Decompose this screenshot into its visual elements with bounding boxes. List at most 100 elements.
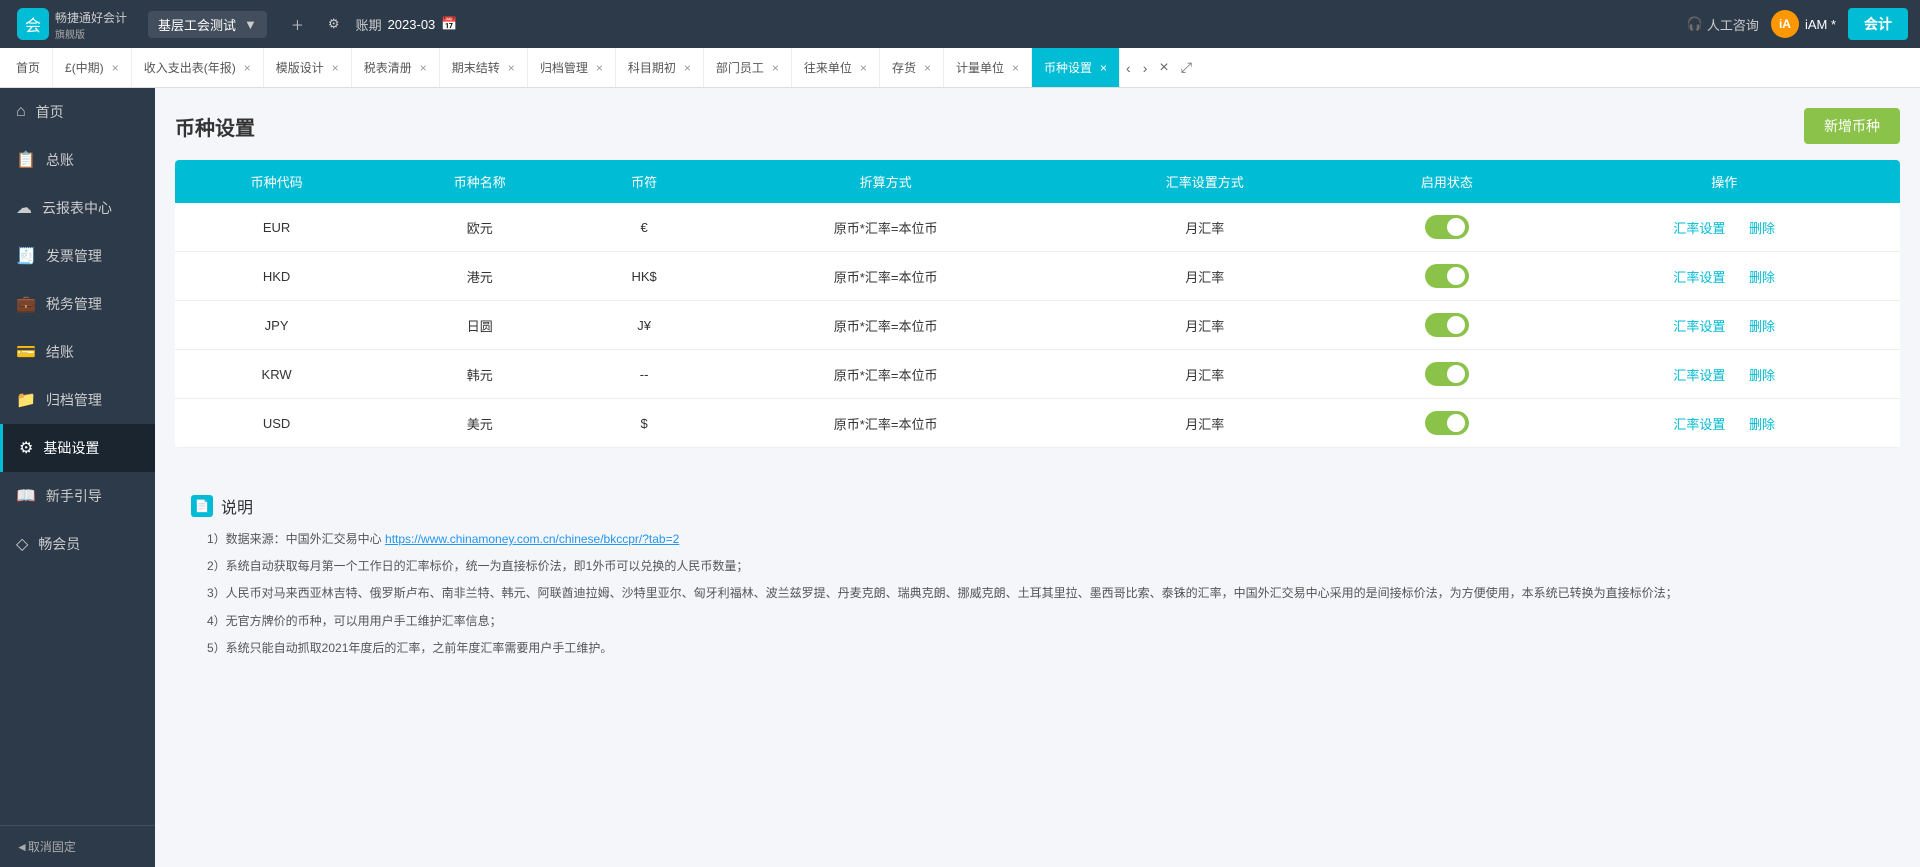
sidebar-item-invoice[interactable]: 🧾 发票管理 <box>0 232 155 280</box>
close-icon[interactable]: × <box>1100 61 1107 75</box>
delete-link-4[interactable]: 删除 <box>1749 417 1775 432</box>
close-icon[interactable]: × <box>596 61 603 75</box>
delete-link-3[interactable]: 删除 <box>1749 368 1775 383</box>
tab-unit[interactable]: 计量单位 × <box>944 48 1032 88</box>
sidebar-item-ledger[interactable]: 📋 总账 <box>0 136 155 184</box>
note-item-5: 5）系统只能自动抓取2021年度后的汇率，之前年度汇率需要用户手工维护。 <box>207 639 1884 658</box>
sidebar-item-home-label: 首页 <box>36 102 64 122</box>
archive-icon: 📁 <box>16 390 36 410</box>
rate-setting-link-3[interactable]: 汇率设置 <box>1673 368 1725 383</box>
rate-setting-link-1[interactable]: 汇率设置 <box>1673 270 1725 285</box>
tab-maximize-button[interactable]: ⤢ <box>1175 59 1198 76</box>
logo-icon: 会 <box>17 8 49 40</box>
tab-next-button[interactable]: › <box>1137 60 1154 76</box>
toggle-3[interactable] <box>1425 362 1469 386</box>
toggle-slider-4 <box>1425 411 1469 435</box>
cell-rate-method-2: 月汇率 <box>1064 301 1345 350</box>
sidebar-pin-button[interactable]: ◄取消固定 <box>0 825 155 867</box>
tab-income-report[interactable]: 收入支出表(年报) × <box>132 48 264 88</box>
sidebar-item-basic[interactable]: ⚙ 基础设置 <box>0 424 155 472</box>
sidebar-item-report[interactable]: ☁ 云报表中心 <box>0 184 155 232</box>
avatar: iA <box>1771 10 1799 38</box>
cell-name-4: 美元 <box>378 399 581 448</box>
page-title: 币种设置 <box>175 112 255 141</box>
delete-link-2[interactable]: 删除 <box>1749 319 1775 334</box>
rate-setting-link-0[interactable]: 汇率设置 <box>1673 221 1725 236</box>
close-icon[interactable]: × <box>860 61 867 75</box>
sidebar-item-tax[interactable]: 💼 税务管理 <box>0 280 155 328</box>
toggle-slider-3 <box>1425 362 1469 386</box>
close-icon[interactable]: × <box>420 61 427 75</box>
tab-tax-clear[interactable]: 税表清册 × <box>352 48 440 88</box>
tab-template-design[interactable]: 模版设计 × <box>264 48 352 88</box>
table-row: USD 美元 $ 原币*汇率=本位币 月汇率 汇率设置 删除 <box>175 399 1900 448</box>
rate-setting-link-2[interactable]: 汇率设置 <box>1673 319 1725 334</box>
delete-link-0[interactable]: 删除 <box>1749 221 1775 236</box>
cell-action-1: 汇率设置 删除 <box>1548 252 1900 301</box>
cell-rate-method-0: 月汇率 <box>1064 203 1345 252</box>
content-area: 币种设置 新增币种 币种代码 币种名称 币符 折算方式 汇率设置方式 启用状态 … <box>155 88 1920 867</box>
note-title: 📄 说明 <box>191 494 1884 518</box>
close-icon[interactable]: × <box>244 61 251 75</box>
table-row: EUR 欧元 € 原币*汇率=本位币 月汇率 汇率设置 删除 <box>175 203 1900 252</box>
period-value: 2023-03 <box>388 17 436 32</box>
tax-icon: 💼 <box>16 294 36 314</box>
close-icon[interactable]: × <box>332 61 339 75</box>
main-area: ⌂ 首页 📋 总账 ☁ 云报表中心 🧾 发票管理 💼 税务管理 💳 结账 <box>0 88 1920 867</box>
cell-toggle-1 <box>1345 252 1548 301</box>
tab-prev-button[interactable]: ‹ <box>1120 60 1137 76</box>
cell-symbol-3: -- <box>581 350 707 399</box>
sidebar-item-member[interactable]: ◇ 畅会员 <box>0 520 155 568</box>
service-button[interactable]: 🎧 人工咨询 <box>1687 15 1759 34</box>
sidebar-item-newbie[interactable]: 📖 新手引导 <box>0 472 155 520</box>
member-icon: ◇ <box>16 534 28 554</box>
delete-link-1[interactable]: 删除 <box>1749 270 1775 285</box>
new-currency-button[interactable]: 新增币种 <box>1804 108 1900 144</box>
service-label: 人工咨询 <box>1707 15 1759 34</box>
cell-toggle-4 <box>1345 399 1548 448</box>
cell-name-3: 韩元 <box>378 350 581 399</box>
toggle-2[interactable] <box>1425 313 1469 337</box>
sidebar-item-checkout[interactable]: 💳 结账 <box>0 328 155 376</box>
app-container: 会 畅捷通好会计 旗舰版 基层工会测试 ▼ ＋ ⚙ 账期 2023-03 📅 🎧… <box>0 0 1920 867</box>
calendar-icon[interactable]: 📅 <box>441 16 457 32</box>
tab-close-all-button[interactable]: × <box>1153 59 1174 77</box>
settings-button[interactable]: ⚙ <box>320 12 348 36</box>
tab-balance-mid[interactable]: £(中期) × <box>53 48 132 88</box>
company-name: 基层工会测试 <box>158 15 236 34</box>
close-icon[interactable]: × <box>508 61 515 75</box>
account-button[interactable]: 会计 <box>1848 8 1908 40</box>
pin-label: ◄取消固定 <box>16 838 76 855</box>
cell-symbol-4: $ <box>581 399 707 448</box>
headset-icon: 🎧 <box>1687 16 1703 32</box>
toggle-1[interactable] <box>1425 264 1469 288</box>
close-icon[interactable]: × <box>1012 61 1019 75</box>
note-link[interactable]: https://www.chinamoney.com.cn/chinese/bk… <box>385 532 679 546</box>
top-bar: 会 畅捷通好会计 旗舰版 基层工会测试 ▼ ＋ ⚙ 账期 2023-03 📅 🎧… <box>0 0 1920 48</box>
tab-home[interactable]: 首页 <box>4 48 53 88</box>
tab-inventory[interactable]: 存货 × <box>880 48 944 88</box>
rate-setting-link-4[interactable]: 汇率设置 <box>1673 417 1725 432</box>
close-icon[interactable]: × <box>772 61 779 75</box>
tab-currency[interactable]: 币种设置 × <box>1032 48 1120 88</box>
tab-period-close[interactable]: 期末结转 × <box>440 48 528 88</box>
tab-customer[interactable]: 往来单位 × <box>792 48 880 88</box>
sidebar-item-archive-label: 归档管理 <box>46 390 102 410</box>
table-row: KRW 韩元 -- 原币*汇率=本位币 月汇率 汇率设置 删除 <box>175 350 1900 399</box>
note-text-1: 1）数据来源：中国外汇交易中心 <box>207 532 385 546</box>
close-icon[interactable]: × <box>684 61 691 75</box>
toggle-0[interactable] <box>1425 215 1469 239</box>
period-area: 账期 2023-03 📅 <box>356 15 458 34</box>
sidebar-item-archive[interactable]: 📁 归档管理 <box>0 376 155 424</box>
close-icon[interactable]: × <box>112 61 119 75</box>
close-icon[interactable]: × <box>924 61 931 75</box>
tab-archive-mgmt[interactable]: 归档管理 × <box>528 48 616 88</box>
toggle-4[interactable] <box>1425 411 1469 435</box>
tab-dept-staff[interactable]: 部门员工 × <box>704 48 792 88</box>
company-selector[interactable]: 基层工会测试 ▼ <box>148 11 267 38</box>
cell-name-1: 港元 <box>378 252 581 301</box>
sidebar-item-home[interactable]: ⌂ 首页 <box>0 88 155 136</box>
note-icon: 📄 <box>191 495 213 517</box>
tab-subject-init[interactable]: 科目期初 × <box>616 48 704 88</box>
add-tab-button[interactable]: ＋ <box>283 11 312 38</box>
